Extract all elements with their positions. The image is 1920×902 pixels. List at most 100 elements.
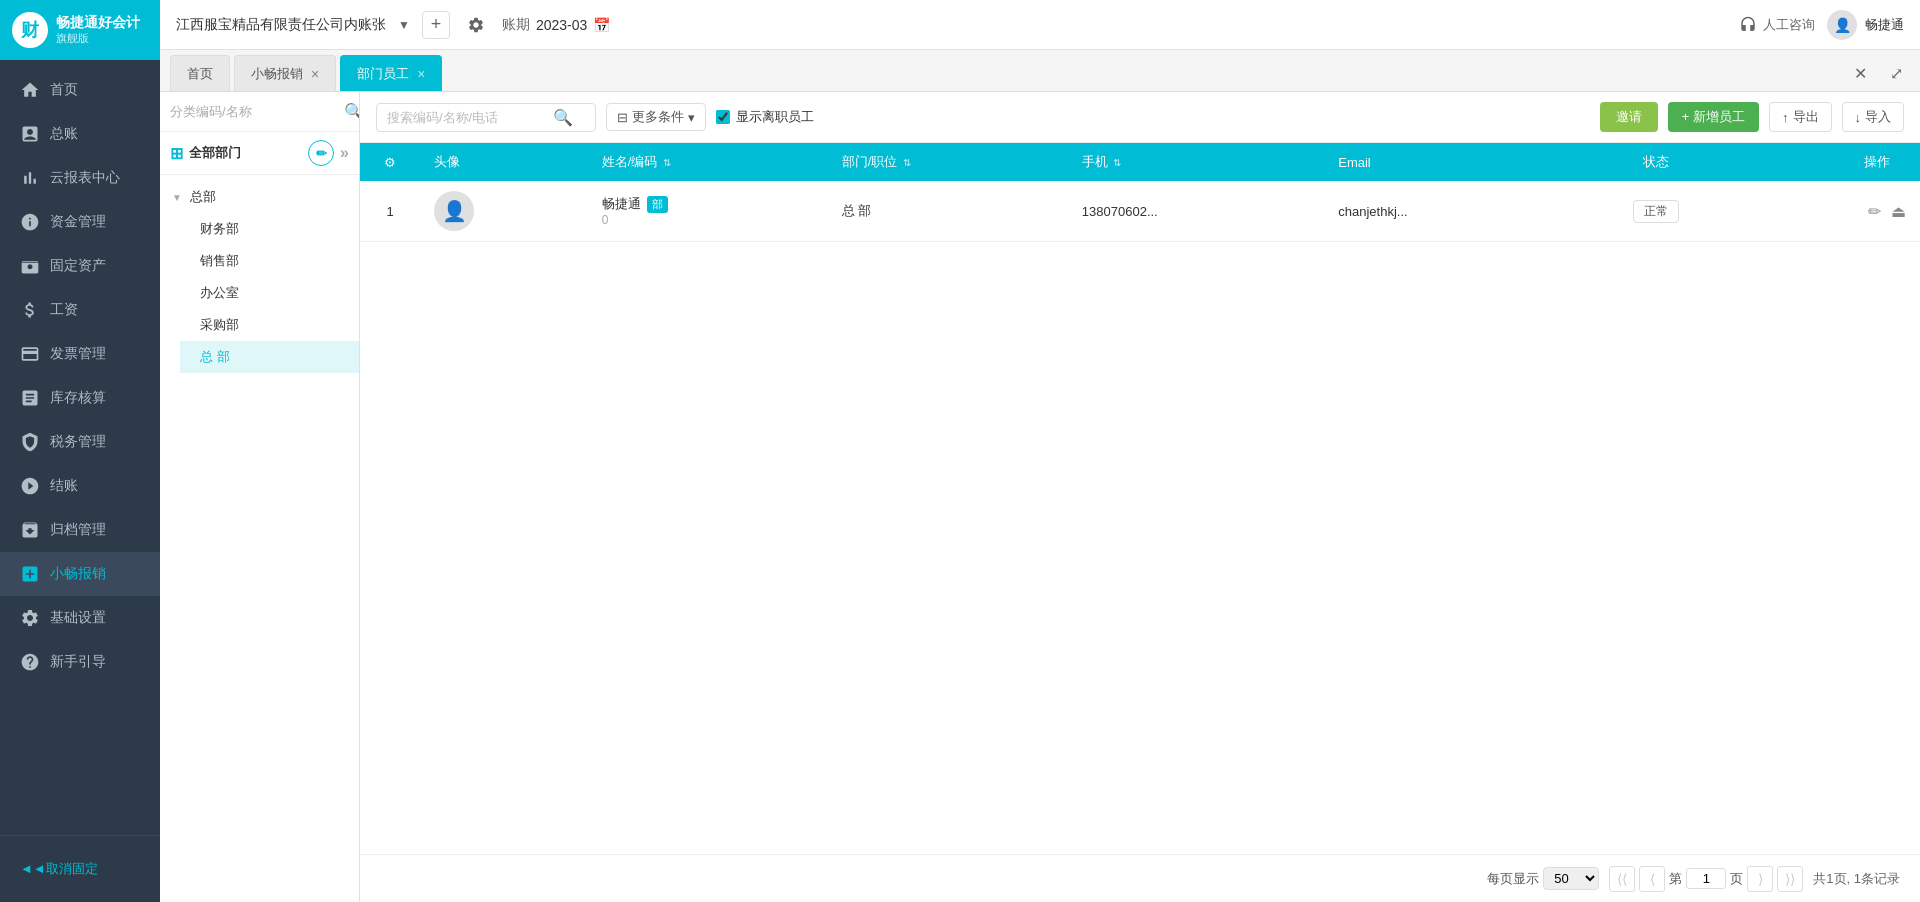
col-settings[interactable]: ⚙ xyxy=(360,143,420,181)
sidebar-item-reports-label: 云报表中心 xyxy=(50,169,120,187)
table-header-row: ⚙ 头像 姓名/编码 ⇅ 部门/职位 ⇅ 手机 xyxy=(360,143,1920,181)
col-phone[interactable]: 手机 ⇅ xyxy=(1068,143,1324,181)
logout-icon[interactable]: ⏏ xyxy=(1891,202,1906,221)
inventory-icon xyxy=(20,388,40,408)
next-page-btn[interactable]: ⟩ xyxy=(1747,866,1773,892)
cancel-pin-btn[interactable]: ◄◄取消固定 xyxy=(0,848,160,890)
sidebar-item-ledger[interactable]: 总账 xyxy=(0,112,160,156)
tax-icon xyxy=(20,432,40,452)
sidebar-item-expense-label: 小畅报销 xyxy=(50,565,106,583)
import-btn[interactable]: ↓ 导入 xyxy=(1842,102,1905,132)
add-company-btn[interactable]: + xyxy=(422,11,450,39)
sidebar-item-guide[interactable]: 新手引导 xyxy=(0,640,160,684)
logo-title: 畅捷通好会计 xyxy=(56,14,140,31)
last-page-btn[interactable]: ⟩⟩ xyxy=(1777,866,1803,892)
sidebar-item-guide-label: 新手引导 xyxy=(50,653,106,671)
sidebar-item-salary[interactable]: 工资 xyxy=(0,288,160,332)
sidebar-item-home-label: 首页 xyxy=(50,81,78,99)
dept-item-general[interactable]: 总 部 xyxy=(180,341,359,373)
funds-icon xyxy=(20,212,40,232)
filter-btn[interactable]: ⊟ 更多条件 ▾ xyxy=(606,103,706,131)
col-name-code[interactable]: 姓名/编码 ⇅ xyxy=(588,143,828,181)
sidebar-item-archive[interactable]: 归档管理 xyxy=(0,508,160,552)
dept-parent-headquarters[interactable]: ▼ 总部 xyxy=(160,181,359,213)
settings-icon xyxy=(20,608,40,628)
maximize-tab-btn[interactable]: ⤢ xyxy=(1882,59,1910,87)
first-page-btn[interactable]: ⟨⟨ xyxy=(1609,866,1635,892)
sidebar-item-settings[interactable]: 基础设置 xyxy=(0,596,160,640)
sidebar-item-funds-label: 资金管理 xyxy=(50,213,106,231)
invite-btn[interactable]: 邀请 xyxy=(1600,102,1658,132)
dept-item-sales[interactable]: 销售部 xyxy=(180,245,359,277)
sidebar-item-home[interactable]: 首页 xyxy=(0,68,160,112)
sidebar: 财 畅捷通好会计 旗舰版 首页 总账 云报表中心 资金管理 固定资产 工资 xyxy=(0,0,160,902)
sidebar-item-assets-label: 固定资产 xyxy=(50,257,106,275)
tab-expense-close[interactable]: × xyxy=(311,66,319,82)
all-dept-label: 全部部门 xyxy=(189,144,241,162)
period-value: 2023-03 xyxy=(536,17,587,33)
user-menu[interactable]: 👤 畅捷通 xyxy=(1827,10,1904,40)
dept-edit-btn[interactable]: ✏ xyxy=(308,140,334,166)
page-size-dropdown[interactable]: 50 10 20 100 xyxy=(1543,867,1599,890)
sidebar-item-tax-label: 税务管理 xyxy=(50,433,106,451)
emp-search-input[interactable] xyxy=(387,110,547,125)
show-resigned-label[interactable]: 显示离职员工 xyxy=(716,108,814,126)
sidebar-navigation: 首页 总账 云报表中心 资金管理 固定资产 工资 发票管理 库存核算 xyxy=(0,60,160,835)
sidebar-item-ledger-label: 总账 xyxy=(50,125,78,143)
emp-name: 畅捷通 xyxy=(602,195,641,213)
header-settings-icon[interactable] xyxy=(462,11,490,39)
show-resigned-checkbox[interactable] xyxy=(716,110,730,124)
dept-item-finance[interactable]: 财务部 xyxy=(180,213,359,245)
company-name: 江西服宝精品有限责任公司内账张 xyxy=(176,16,386,34)
support-label: 人工咨询 xyxy=(1763,16,1815,34)
calendar-icon[interactable]: 📅 xyxy=(593,17,610,33)
dept-header-left: ⊞ 全部部门 xyxy=(170,144,241,163)
page-total: 共1页, 1条记录 xyxy=(1813,870,1900,888)
archive-icon xyxy=(20,520,40,540)
dept-search-icon[interactable]: 🔍 xyxy=(344,102,360,121)
dept-panel: 🔍 ⊞ 全部部门 ✏ » ▼ 总部 财务部 销售部 xyxy=(160,92,360,902)
sidebar-item-funds[interactable]: 资金管理 xyxy=(0,200,160,244)
account-period: 账期 2023-03 📅 xyxy=(502,16,610,34)
support-btn[interactable]: 人工咨询 xyxy=(1739,16,1815,34)
sidebar-item-checkout[interactable]: 结账 xyxy=(0,464,160,508)
close-tab-btn[interactable]: ✕ xyxy=(1846,59,1874,87)
period-label: 账期 xyxy=(502,16,530,34)
tabs-actions: ✕ ⤢ xyxy=(1846,59,1910,91)
dept-item-office[interactable]: 办公室 xyxy=(180,277,359,309)
edit-icon[interactable]: ✏ xyxy=(1868,202,1881,221)
sidebar-item-invoice[interactable]: 发票管理 xyxy=(0,332,160,376)
tab-dept-emp[interactable]: 部门员工 × xyxy=(340,55,442,91)
export-btn[interactable]: ↑ 导出 xyxy=(1769,102,1832,132)
dept-search-input[interactable] xyxy=(170,104,338,119)
prev-page-btn[interactable]: ⟨ xyxy=(1639,866,1665,892)
emp-code: 0 xyxy=(602,213,814,227)
dept-parent-label: 总部 xyxy=(190,188,216,206)
company-dropdown-icon[interactable]: ▼ xyxy=(398,18,410,32)
add-employee-btn[interactable]: + 新增员工 xyxy=(1668,102,1759,132)
sidebar-item-reports[interactable]: 云报表中心 xyxy=(0,156,160,200)
ledger-icon xyxy=(20,124,40,144)
col-actions: 操作 xyxy=(1747,143,1920,181)
filter-icon: ⊟ xyxy=(617,110,628,125)
home-icon xyxy=(20,80,40,100)
sidebar-item-assets[interactable]: 固定资产 xyxy=(0,244,160,288)
header: 江西服宝精品有限责任公司内账张 ▼ + 账期 2023-03 📅 人工咨询 👤 … xyxy=(160,0,1920,50)
tab-dept-emp-close[interactable]: × xyxy=(417,66,425,82)
sidebar-item-expense[interactable]: 小畅报销 xyxy=(0,552,160,596)
sidebar-item-salary-label: 工资 xyxy=(50,301,78,319)
dept-collapse-btn[interactable]: » xyxy=(340,144,349,162)
tabs-bar: 首页 小畅报销 × 部门员工 × ✕ ⤢ xyxy=(160,50,1920,92)
export-icon: ↑ xyxy=(1782,110,1789,125)
page-number-input[interactable] xyxy=(1686,868,1726,889)
sort-name-icon: ⇅ xyxy=(663,157,671,168)
row-email: chanjethkj... xyxy=(1324,181,1564,242)
tab-home[interactable]: 首页 xyxy=(170,55,230,91)
col-dept-pos[interactable]: 部门/职位 ⇅ xyxy=(828,143,1068,181)
tab-expense[interactable]: 小畅报销 × xyxy=(234,55,336,91)
sidebar-item-inventory[interactable]: 库存核算 xyxy=(0,376,160,420)
dept-item-purchase[interactable]: 采购部 xyxy=(180,309,359,341)
sidebar-item-tax[interactable]: 税务管理 xyxy=(0,420,160,464)
emp-search-icon[interactable]: 🔍 xyxy=(553,108,573,127)
sidebar-item-checkout-label: 结账 xyxy=(50,477,78,495)
